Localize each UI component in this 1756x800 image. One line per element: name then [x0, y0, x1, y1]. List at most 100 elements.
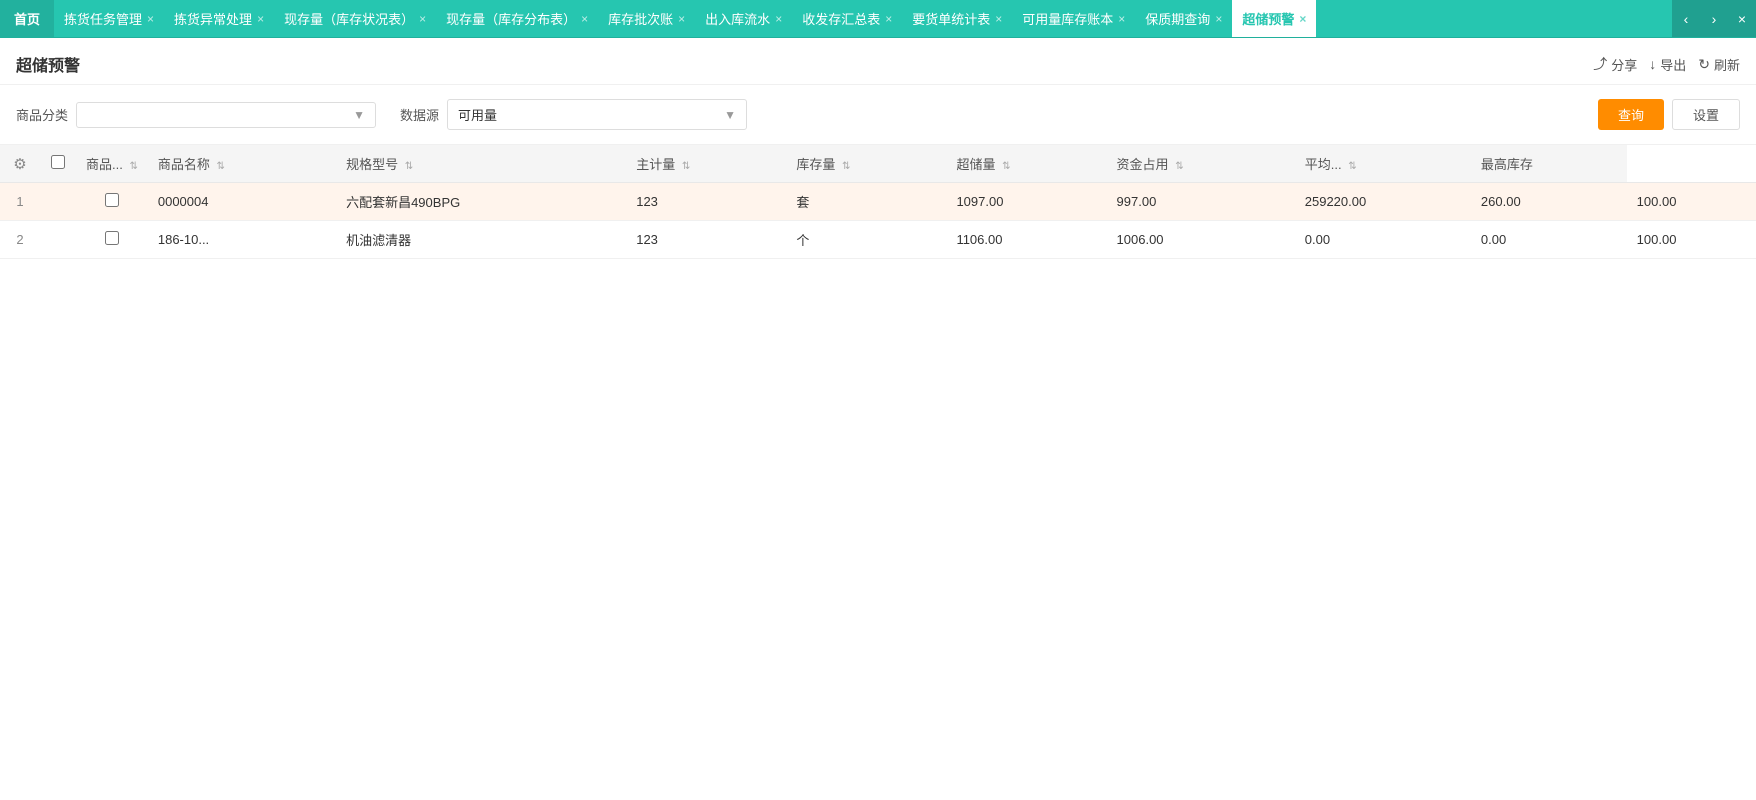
sort-overflow-icon: ⇅: [1002, 161, 1010, 172]
page-title: 超储预警: [16, 52, 80, 76]
filter-area: 商品分类 ▼ 数据源 可用量 ▼ 查询 设置: [0, 85, 1756, 145]
col-avg-header[interactable]: 平均... ⇅: [1295, 145, 1471, 183]
table-row: 2 186-10... 机油滤清器 123 个 1106.00 1006.00 …: [0, 221, 1756, 259]
sort-unit-icon: ⇅: [682, 161, 690, 172]
nav-prev-button[interactable]: ‹: [1672, 0, 1700, 38]
page-header: 超储预警 ⤴ 分享 ↓ 导出 ↻ 刷新: [0, 38, 1756, 85]
refresh-icon: ↻: [1698, 56, 1710, 73]
close-tab-2-icon[interactable]: ×: [257, 12, 264, 26]
share-button[interactable]: ⤴ 分享: [1593, 54, 1637, 74]
close-tab-10-icon[interactable]: ×: [1215, 12, 1222, 26]
filter-actions: 查询 设置: [1598, 99, 1740, 130]
close-tab-7-icon[interactable]: ×: [885, 12, 892, 26]
category-label: 商品分类: [16, 105, 68, 124]
row-checkbox-cell-0: [76, 183, 148, 221]
top-navigation: 首页 拣货任务管理 × 拣货异常处理 × 现存量（库存状况表） × 现存量（库存…: [0, 0, 1756, 38]
row-checkbox-0[interactable]: [105, 193, 119, 207]
row-checkbox-1[interactable]: [105, 231, 119, 245]
row-name-1: 机油滤清器: [336, 221, 626, 259]
nav-tab-2[interactable]: 拣货异常处理 ×: [164, 0, 274, 38]
category-select[interactable]: ▼: [76, 102, 376, 128]
settings-button[interactable]: 设置: [1672, 99, 1740, 130]
export-icon: ↓: [1649, 56, 1656, 72]
row-spec-0: 123: [626, 183, 786, 221]
row-stock-1: 1106.00: [946, 221, 1106, 259]
row-code-1: 186-10...: [148, 221, 336, 259]
row-unit-1: 个: [786, 221, 946, 259]
row-avg-1: 0.00: [1471, 221, 1627, 259]
nav-more-button[interactable]: ×: [1728, 0, 1756, 38]
nav-tab-10[interactable]: 保质期查询 ×: [1135, 0, 1232, 38]
col-name-header[interactable]: 商品名称 ⇅: [148, 145, 336, 183]
nav-tab-6[interactable]: 出入库流水 ×: [695, 0, 792, 38]
row-overflow-0: 997.00: [1107, 183, 1295, 221]
datasource-label: 数据源: [400, 105, 439, 124]
table-container: ⚙ 商品... ⇅ 商品名称 ⇅ 规格型号 ⇅: [0, 145, 1756, 275]
col-capital-header[interactable]: 资金占用 ⇅: [1107, 145, 1295, 183]
sort-capital-icon: ⇅: [1175, 161, 1183, 172]
nav-tab-3[interactable]: 现存量（库存状况表） ×: [274, 0, 436, 38]
table-row: 1 0000004 六配套新昌490BPG 123 套 1097.00 997.…: [0, 183, 1756, 221]
table-settings-icon[interactable]: ⚙: [13, 156, 26, 173]
close-tab-6-icon[interactable]: ×: [775, 12, 782, 26]
row-stock-0: 1097.00: [946, 183, 1106, 221]
category-chevron-icon: ▼: [353, 108, 365, 122]
col-overflow-header[interactable]: 超储量 ⇅: [946, 145, 1106, 183]
col-stock-header[interactable]: 库存量 ⇅: [786, 145, 946, 183]
table-body: 1 0000004 六配套新昌490BPG 123 套 1097.00 997.…: [0, 183, 1756, 259]
nav-tab-8[interactable]: 要货单统计表 ×: [902, 0, 1012, 38]
row-maxstock-1: 100.00: [1627, 221, 1756, 259]
nav-tab-5[interactable]: 库存批次账 ×: [598, 0, 695, 38]
row-spec-1: 123: [626, 221, 786, 259]
row-checkbox-cell-1: [76, 221, 148, 259]
row-settings-1: [40, 221, 76, 259]
row-capital-0: 259220.00: [1295, 183, 1471, 221]
nav-tab-9[interactable]: 可用量库存账本 ×: [1012, 0, 1135, 38]
nav-home[interactable]: 首页: [0, 0, 54, 38]
refresh-button[interactable]: ↻ 刷新: [1698, 55, 1740, 74]
row-unit-0: 套: [786, 183, 946, 221]
row-index-1: 2: [0, 221, 40, 259]
page-container: 超储预警 ⤴ 分享 ↓ 导出 ↻ 刷新 商品分类 ▼ 数据源: [0, 38, 1756, 800]
sort-name-icon: ⇅: [217, 161, 225, 172]
row-avg-0: 260.00: [1471, 183, 1627, 221]
sort-spec-icon: ⇅: [405, 161, 413, 172]
datasource-chevron-icon: ▼: [724, 108, 736, 122]
close-tab-1-icon[interactable]: ×: [147, 12, 154, 26]
col-settings-header: ⚙: [0, 145, 40, 183]
datasource-select-value: 可用量: [458, 105, 497, 124]
nav-tab-1[interactable]: 拣货任务管理 ×: [54, 0, 164, 38]
datasource-filter-group: 数据源 可用量 ▼: [400, 99, 747, 130]
sort-avg-icon: ⇅: [1348, 161, 1356, 172]
header-actions: ⤴ 分享 ↓ 导出 ↻ 刷新: [1593, 54, 1740, 74]
nav-arrows: ‹ › ×: [1672, 0, 1756, 38]
table-header-row: ⚙ 商品... ⇅ 商品名称 ⇅ 规格型号 ⇅: [0, 145, 1756, 183]
nav-tab-7[interactable]: 收发存汇总表 ×: [792, 0, 902, 38]
row-overflow-1: 1006.00: [1107, 221, 1295, 259]
col-maxstock-header[interactable]: 最高库存: [1471, 145, 1627, 183]
nav-tab-4[interactable]: 现存量（库存分布表） ×: [436, 0, 598, 38]
col-unit-header[interactable]: 主计量 ⇅: [626, 145, 786, 183]
nav-next-button[interactable]: ›: [1700, 0, 1728, 38]
row-settings-0: [40, 183, 76, 221]
main-table: ⚙ 商品... ⇅ 商品名称 ⇅ 规格型号 ⇅: [0, 145, 1756, 259]
select-all-checkbox[interactable]: [51, 155, 65, 169]
close-tab-5-icon[interactable]: ×: [678, 12, 685, 26]
query-button[interactable]: 查询: [1598, 99, 1664, 130]
close-tab-8-icon[interactable]: ×: [995, 12, 1002, 26]
close-tab-9-icon[interactable]: ×: [1118, 12, 1125, 26]
export-button[interactable]: ↓ 导出: [1649, 55, 1686, 74]
row-index-0: 1: [0, 183, 40, 221]
datasource-select[interactable]: 可用量 ▼: [447, 99, 747, 130]
col-spec-header[interactable]: 规格型号 ⇅: [336, 145, 626, 183]
close-tab-3-icon[interactable]: ×: [419, 12, 426, 26]
sort-stock-icon: ⇅: [842, 161, 850, 172]
row-capital-1: 0.00: [1295, 221, 1471, 259]
share-icon: ⤴: [1593, 54, 1607, 74]
row-maxstock-0: 100.00: [1627, 183, 1756, 221]
close-tab-11-icon[interactable]: ×: [1299, 12, 1306, 26]
col-checkbox-header: [40, 145, 76, 183]
nav-tab-11[interactable]: 超储预警 ×: [1232, 0, 1316, 38]
col-code-header[interactable]: 商品... ⇅: [76, 145, 148, 183]
close-tab-4-icon[interactable]: ×: [581, 12, 588, 26]
